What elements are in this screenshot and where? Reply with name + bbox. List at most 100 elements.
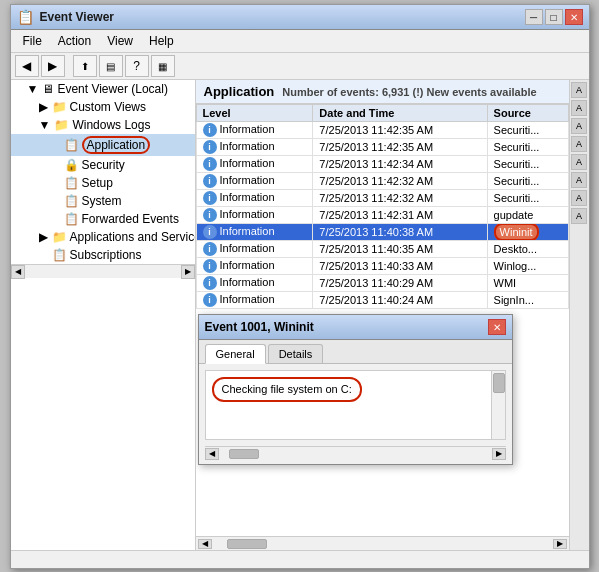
event-dialog: Event 1001, Wininit ✕ General Details <box>198 314 513 465</box>
tree-item-security[interactable]: ▶ 🔒 Security <box>11 156 195 174</box>
table-row[interactable]: iInformation 7/25/2013 11:40:35 AM Deskt… <box>196 241 568 258</box>
h-scroll-thumb[interactable] <box>229 449 259 459</box>
dialog-highlighted-text: Checking file system on C: <box>212 377 362 402</box>
maximize-button[interactable]: □ <box>545 9 563 25</box>
folder-icon: 📁 <box>52 100 67 114</box>
table-horizontal-scrollbar[interactable]: ◀ ▶ <box>196 536 569 550</box>
menu-action[interactable]: Action <box>50 32 99 50</box>
show-hide-button[interactable]: ▤ <box>99 55 123 77</box>
dialog-title-bar: Event 1001, Wininit ✕ <box>199 315 512 340</box>
menu-view[interactable]: View <box>99 32 141 50</box>
table-row-selected[interactable]: iInformation 7/25/2013 11:40:38 AM Winin… <box>196 224 568 241</box>
table-row[interactable]: iInformation 7/25/2013 11:40:33 AM Winlo… <box>196 258 568 275</box>
h-scroll-right[interactable]: ▶ <box>553 539 567 549</box>
forward-button[interactable]: ▶ <box>41 55 65 77</box>
table-row[interactable]: iInformation 7/25/2013 11:42:32 AM Secur… <box>196 173 568 190</box>
scrollbar-thumb[interactable] <box>493 373 505 393</box>
side-icon-4[interactable]: A <box>571 136 587 152</box>
side-icon-1[interactable]: A <box>571 82 587 98</box>
events-table: Level Date and Time Source iInformation … <box>196 104 569 309</box>
tab-details[interactable]: Details <box>268 344 324 363</box>
up-button[interactable]: ⬆ <box>73 55 97 77</box>
scroll-right-arrow[interactable]: ▶ <box>181 265 195 279</box>
tree-item-windows-logs[interactable]: ▼ 📁 Windows Logs <box>11 116 195 134</box>
status-bar <box>11 550 589 568</box>
back-button[interactable]: ◀ <box>15 55 39 77</box>
tree-item-application[interactable]: ▶ 📋 Application <box>11 134 195 156</box>
tree-item-app-services[interactable]: ▶ 📁 Applications and Services Lo <box>11 228 195 246</box>
table-row[interactable]: iInformation 7/25/2013 11:42:32 AM Secur… <box>196 190 568 207</box>
info-icon: i <box>203 276 217 290</box>
dialog-content-area: Checking file system on C: <box>205 370 506 440</box>
scroll-left-arrow[interactable]: ◀ <box>11 265 25 279</box>
table-row[interactable]: iInformation 7/25/2013 11:40:29 AM WMI <box>196 275 568 292</box>
tab-general[interactable]: General <box>205 344 266 364</box>
log-icon: 📋 <box>64 176 79 190</box>
tree-item-setup[interactable]: ▶ 📋 Setup <box>11 174 195 192</box>
col-source[interactable]: Source <box>487 105 568 122</box>
col-datetime[interactable]: Date and Time <box>313 105 487 122</box>
right-panel: Application Number of events: 6,931 (!) … <box>196 80 569 550</box>
side-icon-5[interactable]: A <box>571 154 587 170</box>
h-scroll-thumb[interactable] <box>227 539 267 549</box>
folder-icon: 📁 <box>52 230 67 244</box>
side-icon-3[interactable]: A <box>571 118 587 134</box>
expand-icon: ▶ <box>39 230 48 244</box>
menu-help[interactable]: Help <box>141 32 182 50</box>
tree-item-custom-views[interactable]: ▶ 📁 Custom Views <box>11 98 195 116</box>
info-icon: i <box>203 174 217 188</box>
side-icon-7[interactable]: A <box>571 190 587 206</box>
left-panel-scrollbar[interactable]: ◀ ▶ <box>11 264 195 278</box>
dialog-tabs: General Details <box>199 340 512 364</box>
folder-icon: 📁 <box>54 118 69 132</box>
minimize-button[interactable]: ─ <box>525 9 543 25</box>
dialog-close-button[interactable]: ✕ <box>488 319 506 335</box>
properties-button[interactable]: ▦ <box>151 55 175 77</box>
event-dialog-overlay: Event 1001, Wininit ✕ General Details <box>196 314 569 465</box>
help-button[interactable]: ? <box>125 55 149 77</box>
info-icon: i <box>203 140 217 154</box>
info-icon: i <box>203 293 217 307</box>
side-icon-2[interactable]: A <box>571 100 587 116</box>
info-icon: i <box>203 191 217 205</box>
expand-icon: ▼ <box>39 118 51 132</box>
table-row[interactable]: iInformation 7/25/2013 11:42:31 AM gupda… <box>196 207 568 224</box>
h-scroll-left[interactable]: ◀ <box>198 539 212 549</box>
main-window: 📋 Event Viewer ─ □ ✕ File Action View He… <box>10 4 590 569</box>
tree-item-forwarded-events[interactable]: ▶ 📋 Forwarded Events <box>11 210 195 228</box>
computer-icon: 🖥 <box>42 82 54 96</box>
info-icon: i <box>203 123 217 137</box>
window-title: Event Viewer <box>40 10 519 24</box>
tree-item-event-viewer[interactable]: ▼ 🖥 Event Viewer (Local) <box>11 80 195 98</box>
scroll-track[interactable] <box>25 265 181 278</box>
h-scroll-left-arrow[interactable]: ◀ <box>205 448 219 460</box>
menu-file[interactable]: File <box>15 32 50 50</box>
dialog-vertical-scrollbar[interactable] <box>491 371 505 439</box>
wininit-highlight: Wininit <box>494 224 539 241</box>
events-count: Number of events: 6,931 (!) New events a… <box>282 86 536 98</box>
tree-item-system[interactable]: ▶ 📋 System <box>11 192 195 210</box>
tree-item-subscriptions[interactable]: ▶ 📋 Subscriptions <box>11 246 195 264</box>
application-label: Application <box>82 136 151 154</box>
side-icon-6[interactable]: A <box>571 172 587 188</box>
dialog-horizontal-scrollbar[interactable]: ◀ ▶ <box>205 446 506 460</box>
left-panel: ▼ 🖥 Event Viewer (Local) ▶ 📁 Custom View… <box>11 80 196 550</box>
info-icon: i <box>203 157 217 171</box>
expand-icon: ▼ <box>27 82 39 96</box>
side-icon-8[interactable]: A <box>571 208 587 224</box>
table-row[interactable]: iInformation 7/25/2013 11:40:24 AM SignI… <box>196 292 568 309</box>
table-row[interactable]: iInformation 7/25/2013 11:42:35 AM Secur… <box>196 122 568 139</box>
close-button[interactable]: ✕ <box>565 9 583 25</box>
table-row[interactable]: iInformation 7/25/2013 11:42:35 AM Secur… <box>196 139 568 156</box>
toolbar: ◀ ▶ ⬆ ▤ ? ▦ <box>11 53 589 80</box>
info-icon: i <box>203 208 217 222</box>
dialog-text: Checking file system on C: <box>212 377 499 402</box>
col-level[interactable]: Level <box>196 105 313 122</box>
h-scroll-right-arrow[interactable]: ▶ <box>492 448 506 460</box>
table-row[interactable]: iInformation 7/25/2013 11:42:34 AM Secur… <box>196 156 568 173</box>
log-icon: 📋 <box>64 212 79 226</box>
events-header: Application Number of events: 6,931 (!) … <box>196 80 569 104</box>
title-bar: 📋 Event Viewer ─ □ ✕ <box>11 5 589 30</box>
right-side-panel: A A A A A A A A <box>569 80 589 550</box>
events-table-wrapper[interactable]: Level Date and Time Source iInformation … <box>196 104 569 536</box>
